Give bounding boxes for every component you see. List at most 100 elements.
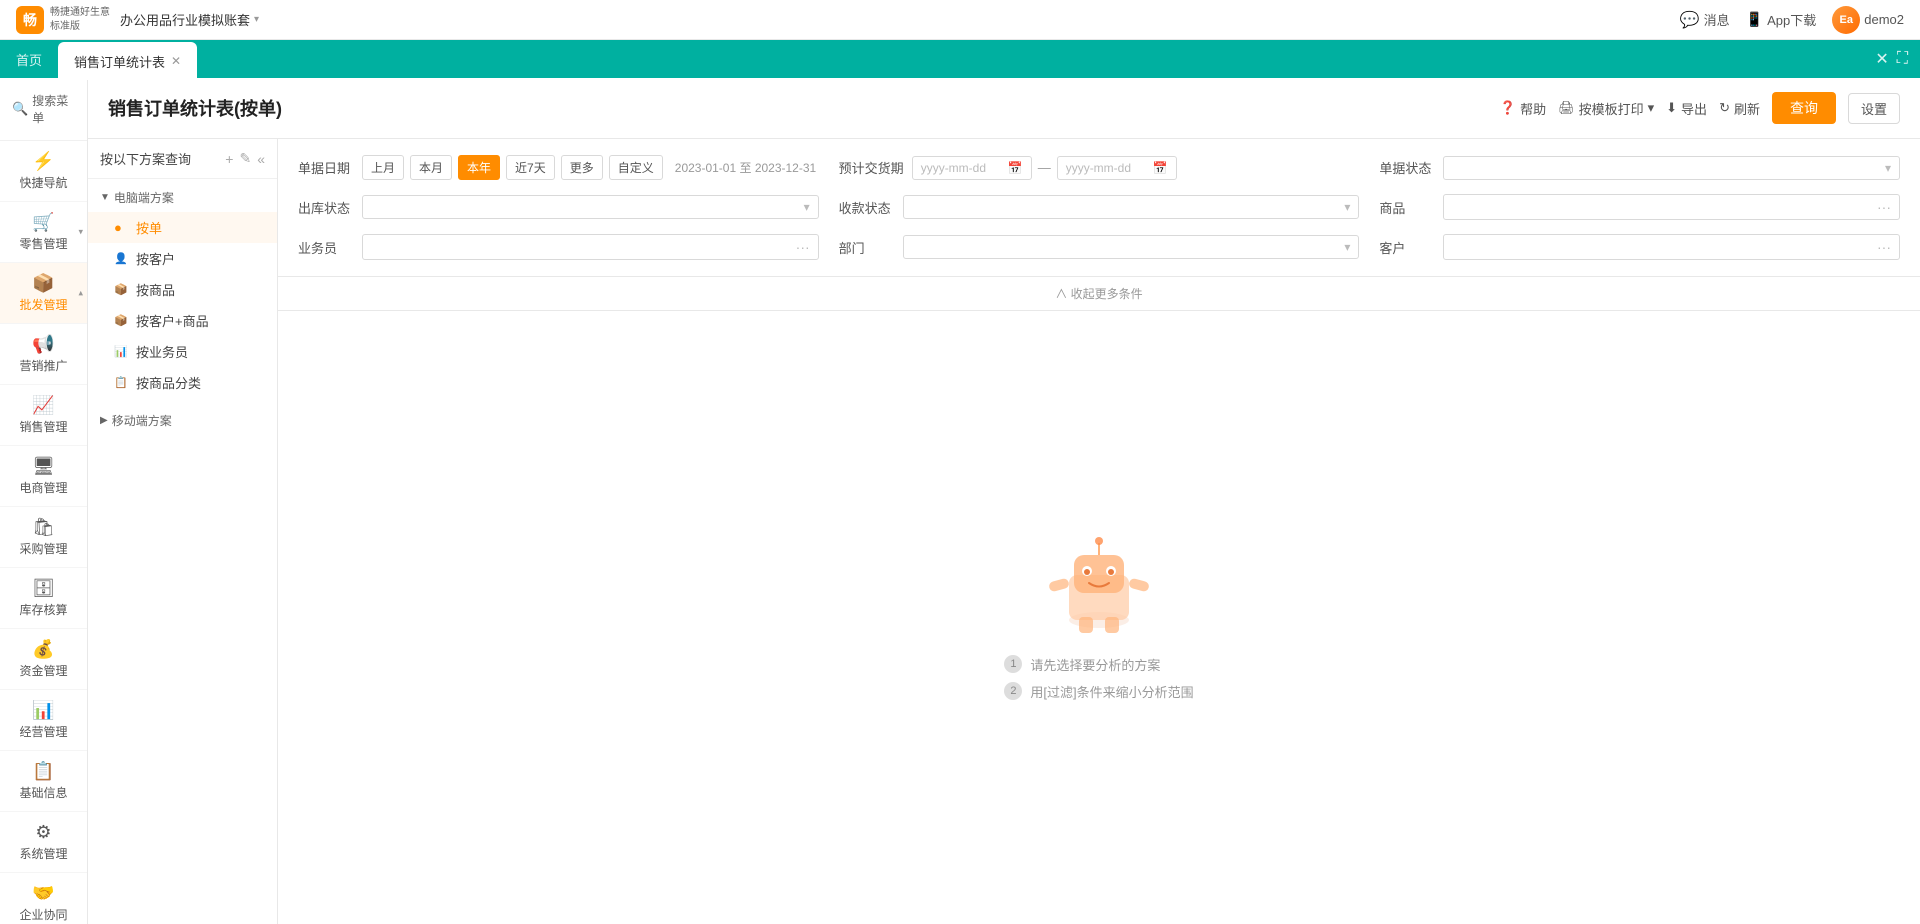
- sidebar-item-retail-mgmt[interactable]: 🛒 零售管理 ▾: [0, 202, 87, 263]
- template-print-btn[interactable]: 🖨 按模板打印 ▾: [1558, 99, 1654, 118]
- customer-dots-icon: ···: [1877, 239, 1891, 255]
- tab-close-icon[interactable]: ✕: [171, 54, 181, 68]
- tab-sales-order-stat[interactable]: 销售订单统计表 ✕: [58, 42, 197, 80]
- sidebar-item-finance[interactable]: 💰 资金管理: [0, 629, 87, 690]
- by-goods-label: 按商品: [136, 280, 175, 299]
- by-order-label: 按单: [136, 218, 162, 237]
- filter-goods-group: 商品 ···: [1379, 194, 1900, 220]
- salesperson-input[interactable]: ···: [362, 234, 819, 260]
- app-download-btn[interactable]: 📱 App下载: [1746, 10, 1817, 29]
- tab-expand-btn[interactable]: ⛶: [1897, 50, 1908, 68]
- content-area: 销售订单统计表(按单) ❓ 帮助 🖨 按模板打印 ▾ ⬇ 导出 ↻ 刷新: [88, 78, 1920, 924]
- order-status-select[interactable]: ▾: [1443, 156, 1900, 180]
- inventory-icon: 🗄: [32, 578, 55, 599]
- date-last-7-days-btn[interactable]: 近7天: [506, 155, 555, 180]
- template-print-chevron: ▾: [1648, 100, 1655, 116]
- date-more-btn[interactable]: 更多: [561, 155, 603, 180]
- sidebar-item-inventory[interactable]: 🗄 库存核算: [0, 568, 87, 629]
- by-goods-icon: 📦: [114, 283, 130, 296]
- scheme-item-by-order[interactable]: ● 按单: [88, 212, 277, 243]
- page-actions: ❓ 帮助 🖨 按模板打印 ▾ ⬇ 导出 ↻ 刷新 查询: [1500, 92, 1900, 138]
- sidebar-item-enterprise[interactable]: 🤝 企业协同: [0, 873, 87, 924]
- settings-btn[interactable]: 设置: [1848, 93, 1900, 124]
- retail-label: 零售管理: [19, 235, 67, 252]
- date-separator: —: [1038, 160, 1051, 175]
- scheme-item-by-category[interactable]: 📋 按商品分类: [88, 367, 277, 398]
- workspace-selector[interactable]: 办公用品行业模拟账套 ▾: [120, 10, 259, 29]
- date-range-display: 2023-01-01 至 2023-12-31: [675, 159, 816, 176]
- sidebar-item-operations[interactable]: 📊 经营管理: [0, 690, 87, 751]
- by-sp-label: 按业务员: [136, 342, 188, 361]
- sidebar-search[interactable]: 🔍 搜索菜单: [4, 86, 83, 132]
- sidebar-item-purchase[interactable]: 🛍 采购管理: [0, 507, 87, 568]
- scheme-panel: 按以下方案查询 + ✎ « ▼ 电脑端方案 ● 按单: [88, 139, 278, 924]
- tab-bar-actions: ✕ ⛶: [1875, 49, 1920, 69]
- scheme-group-mobile-header[interactable]: ▶ 移动端方案: [88, 406, 277, 435]
- refresh-icon: ↻: [1719, 100, 1730, 116]
- message-btn[interactable]: 💬 消息: [1680, 10, 1730, 30]
- date-from-input[interactable]: yyyy-mm-dd 📅: [912, 156, 1032, 180]
- sidebar-item-system[interactable]: ⚙ 系统管理: [0, 812, 87, 873]
- department-select[interactable]: ▾: [903, 235, 1360, 259]
- empty-hint-2: 2 用[过滤]条件来缩小分析范围: [1004, 682, 1193, 701]
- help-label: 帮助: [1520, 99, 1546, 118]
- sales-label: 销售管理: [19, 418, 67, 435]
- help-btn[interactable]: ❓ 帮助: [1500, 99, 1546, 118]
- workspace-name: 办公用品行业模拟账套: [120, 10, 250, 29]
- filter-customer-group: 客户 ···: [1379, 234, 1900, 260]
- salesperson-dots-icon: ···: [796, 239, 810, 255]
- scheme-edit-btn[interactable]: ✎: [239, 150, 251, 167]
- refresh-label: 刷新: [1734, 99, 1760, 118]
- sidebar-item-wholesale-mgmt[interactable]: 📦 批发管理 ▴: [0, 263, 87, 324]
- scheme-item-by-customer[interactable]: 👤 按客户: [88, 243, 277, 274]
- date-to-input[interactable]: yyyy-mm-dd 📅: [1057, 156, 1177, 180]
- tab-close-window-btn[interactable]: ✕: [1875, 49, 1888, 69]
- export-icon: ⬇: [1666, 100, 1677, 116]
- department-chevron: ▾: [1344, 240, 1350, 254]
- calendar-to-icon: 📅: [1153, 161, 1168, 175]
- scheme-add-btn[interactable]: +: [225, 151, 233, 167]
- scheme-group-mobile: ▶ 移动端方案: [88, 402, 277, 439]
- filter-row-3: 业务员 ··· 部门 ▾: [298, 234, 1900, 260]
- enterprise-icon: 🤝: [32, 883, 54, 904]
- scheme-group-pc-header[interactable]: ▼ 电脑端方案: [88, 183, 277, 212]
- tab-home-label: 首页: [16, 50, 42, 69]
- ship-status-select[interactable]: ▾: [362, 195, 819, 219]
- date-this-year-btn[interactable]: 本年: [458, 155, 500, 180]
- payment-status-select[interactable]: ▾: [903, 195, 1360, 219]
- ship-status-label: 出库状态: [298, 198, 354, 217]
- collapse-bar[interactable]: ∧ 收起更多条件: [278, 277, 1920, 311]
- date-input-group: yyyy-mm-dd 📅 — yyyy-mm-dd 📅: [912, 156, 1177, 180]
- search-label: 搜索菜单: [32, 92, 75, 126]
- scheme-item-by-customer-goods[interactable]: 📦 按客户+商品: [88, 305, 277, 336]
- by-cat-icon: 📋: [114, 376, 130, 389]
- sidebar-item-base-info[interactable]: 📋 基础信息: [0, 751, 87, 812]
- scheme-item-by-goods[interactable]: 📦 按商品: [88, 274, 277, 305]
- user-profile[interactable]: Ea demo2: [1832, 6, 1904, 34]
- message-label: 消息: [1704, 10, 1730, 29]
- sidebar-item-sales-mgmt[interactable]: 📈 销售管理: [0, 385, 87, 446]
- empty-illustration: [1039, 535, 1159, 635]
- date-this-month-btn[interactable]: 本月: [410, 155, 452, 180]
- pc-group-arrow: ▼: [100, 192, 110, 203]
- enterprise-label: 企业协同: [19, 906, 67, 923]
- query-btn[interactable]: 查询: [1772, 92, 1836, 124]
- app-logo: 畅: [16, 6, 44, 34]
- base-info-label: 基础信息: [19, 784, 67, 801]
- page-title: 销售订单统计表(按单): [108, 95, 282, 135]
- sidebar-item-ecom-mgmt[interactable]: 🖥 电商管理: [0, 446, 87, 507]
- date-custom-btn[interactable]: 自定义: [609, 155, 663, 180]
- refresh-btn[interactable]: ↻ 刷新: [1719, 99, 1760, 118]
- sales-icon: 📈: [32, 395, 54, 416]
- retail-expand-arrow: ▾: [78, 227, 83, 238]
- goods-input[interactable]: ···: [1443, 194, 1900, 220]
- date-last-month-btn[interactable]: 上月: [362, 155, 404, 180]
- sidebar-item-marketing[interactable]: 📢 营销推广: [0, 324, 87, 385]
- scheme-item-by-salesperson[interactable]: 📊 按业务员: [88, 336, 277, 367]
- scheme-collapse-btn[interactable]: «: [257, 151, 265, 167]
- goods-label: 商品: [1379, 198, 1435, 217]
- sidebar-item-quick-nav[interactable]: ⚡ 快捷导航: [0, 141, 87, 202]
- customer-input[interactable]: ···: [1443, 234, 1900, 260]
- tab-home[interactable]: 首页: [0, 40, 58, 78]
- export-btn[interactable]: ⬇ 导出: [1666, 99, 1707, 118]
